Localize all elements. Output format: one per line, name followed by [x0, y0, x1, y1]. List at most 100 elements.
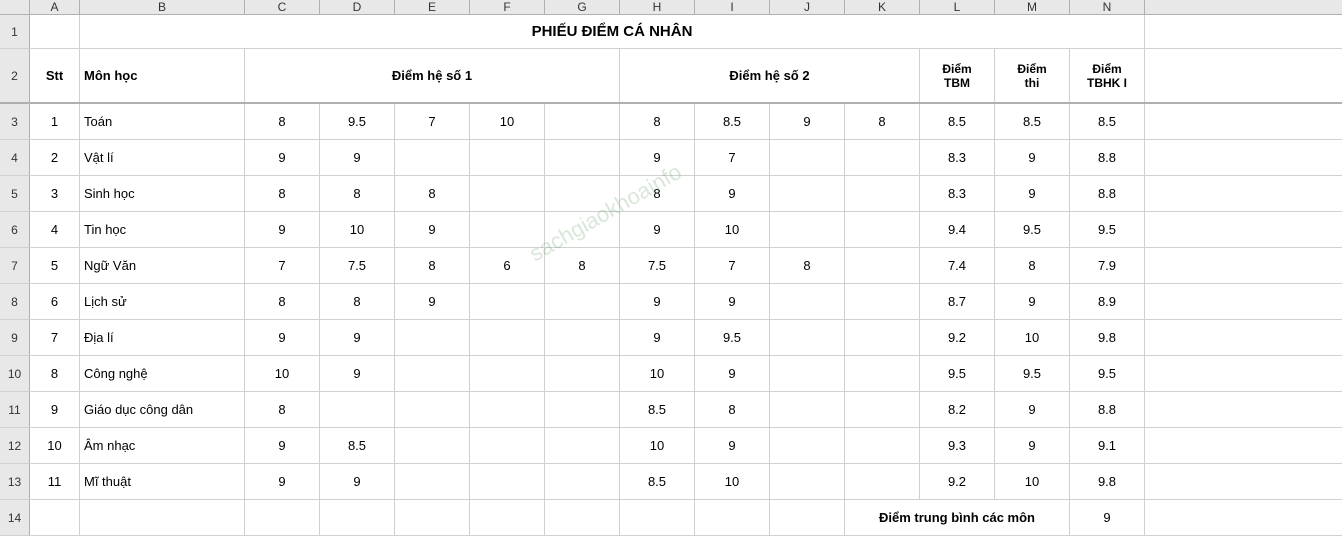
cell-K4: [845, 140, 920, 175]
cell-L11: 8.2: [920, 392, 995, 427]
cell-C4: 9: [245, 140, 320, 175]
cell-F3: 10: [470, 104, 545, 139]
cell-G11: [545, 392, 620, 427]
cell-N11: 8.8: [1070, 392, 1145, 427]
col-header-I: I: [695, 0, 770, 14]
cell-M3: 8.5: [995, 104, 1070, 139]
cell-B13: Mĩ thuật: [80, 464, 245, 499]
cell-J11: [770, 392, 845, 427]
cell-E11: [395, 392, 470, 427]
cell-K9: [845, 320, 920, 355]
cell-A10: 8: [30, 356, 80, 391]
row-11: 119Giáo dục công dân88.588.298.8: [0, 392, 1342, 428]
cell-M10: 9.5: [995, 356, 1070, 391]
cell-I3: 8.5: [695, 104, 770, 139]
cell-A11: 9: [30, 392, 80, 427]
cell-E14: [395, 500, 470, 535]
cell-D14: [320, 500, 395, 535]
cell-J9: [770, 320, 845, 355]
cell-M4: 9: [995, 140, 1070, 175]
title-text: PHIẾU ĐIỂM CÁ NHÂN: [532, 23, 693, 40]
rownum-3: 3: [0, 104, 30, 139]
thi-label: Điểm: [1017, 62, 1046, 76]
cell-H14: [620, 500, 695, 535]
cell-K3: 8: [845, 104, 920, 139]
rownum-7: 7: [0, 248, 30, 283]
cell-N4: 8.8: [1070, 140, 1145, 175]
col-header-B: B: [80, 0, 245, 14]
cell-A8: 6: [30, 284, 80, 319]
cell-G10: [545, 356, 620, 391]
cell-F10: [470, 356, 545, 391]
cell-I5: 9: [695, 176, 770, 211]
cell-N9: 9.8: [1070, 320, 1145, 355]
tbm-label2: TBM: [944, 76, 970, 90]
cell-H10: 10: [620, 356, 695, 391]
row-12: 1210Âm nhạc98.51099.399.1: [0, 428, 1342, 464]
cell-D3: 9.5: [320, 104, 395, 139]
cell-B4: Vật lí: [80, 140, 245, 175]
cell-L13: 9.2: [920, 464, 995, 499]
cell-D4: 9: [320, 140, 395, 175]
tbm-label: Điểm: [942, 62, 971, 76]
cell-I12: 9: [695, 428, 770, 463]
col-header-K: K: [845, 0, 920, 14]
cell-M8: 9: [995, 284, 1070, 319]
cell-G14: [545, 500, 620, 535]
row-3: 31Toán89.571088.5988.58.58.5: [0, 104, 1342, 140]
cell-B8: Lịch sử: [80, 284, 245, 319]
cell-N3: 8.5: [1070, 104, 1145, 139]
cell-K13: [845, 464, 920, 499]
data-rows: 31Toán89.571088.5988.58.58.542Vật lí9997…: [0, 104, 1342, 500]
corner-cell: [0, 0, 30, 14]
cell-H7: 7.5: [620, 248, 695, 283]
cell-M5: 9: [995, 176, 1070, 211]
column-headers: A B C D E F G H I J K L M N: [0, 0, 1342, 15]
cell-C3: 8: [245, 104, 320, 139]
cell-D7: 7.5: [320, 248, 395, 283]
cell-B3: Toán: [80, 104, 245, 139]
cell-H9: 9: [620, 320, 695, 355]
rownum-14: 14: [0, 500, 30, 535]
cell-G5: [545, 176, 620, 211]
cell-N7: 7.9: [1070, 248, 1145, 283]
col-header-D: D: [320, 0, 395, 14]
cell-M9: 10: [995, 320, 1070, 355]
cell-title: PHIẾU ĐIỂM CÁ NHÂN: [80, 15, 1145, 48]
cell-E6: 9: [395, 212, 470, 247]
row-6: 64Tin học91099109.49.59.5: [0, 212, 1342, 248]
cell-N10: 9.5: [1070, 356, 1145, 391]
cell-A6: 4: [30, 212, 80, 247]
cell-E13: [395, 464, 470, 499]
cell-I9: 9.5: [695, 320, 770, 355]
cell-B9: Địa lí: [80, 320, 245, 355]
row-14: 14 Điểm trung bình các môn 9: [0, 500, 1342, 536]
rownum-2: 2: [0, 49, 30, 102]
cell-J6: [770, 212, 845, 247]
cell-M7: 8: [995, 248, 1070, 283]
cell-B11: Giáo dục công dân: [80, 392, 245, 427]
cell-A12: 10: [30, 428, 80, 463]
cell-D9: 9: [320, 320, 395, 355]
cell-M2: Điểm thi: [995, 49, 1070, 102]
spreadsheet: A B C D E F G H I J K L M N 1 PHIẾU ĐIỂM…: [0, 0, 1342, 532]
row-1: 1 PHIẾU ĐIỂM CÁ NHÂN: [0, 15, 1342, 49]
cell-F11: [470, 392, 545, 427]
cell-I11: 8: [695, 392, 770, 427]
rownum-11: 11: [0, 392, 30, 427]
rownum-8: 8: [0, 284, 30, 319]
cell-K6: [845, 212, 920, 247]
col-header-M: M: [995, 0, 1070, 14]
stt-label: Stt: [46, 68, 63, 83]
cell-C13: 9: [245, 464, 320, 499]
cell-E7: 8: [395, 248, 470, 283]
cell-J8: [770, 284, 845, 319]
col-header-L: L: [920, 0, 995, 14]
cell-H11: 8.5: [620, 392, 695, 427]
cell-A9: 7: [30, 320, 80, 355]
cell-N5: 8.8: [1070, 176, 1145, 211]
cell-L9: 9.2: [920, 320, 995, 355]
cell-B5: Sinh học: [80, 176, 245, 211]
dhs2-label: Điểm hệ số 2: [729, 68, 809, 83]
row-13: 1311Mĩ thuật998.5109.2109.8: [0, 464, 1342, 500]
